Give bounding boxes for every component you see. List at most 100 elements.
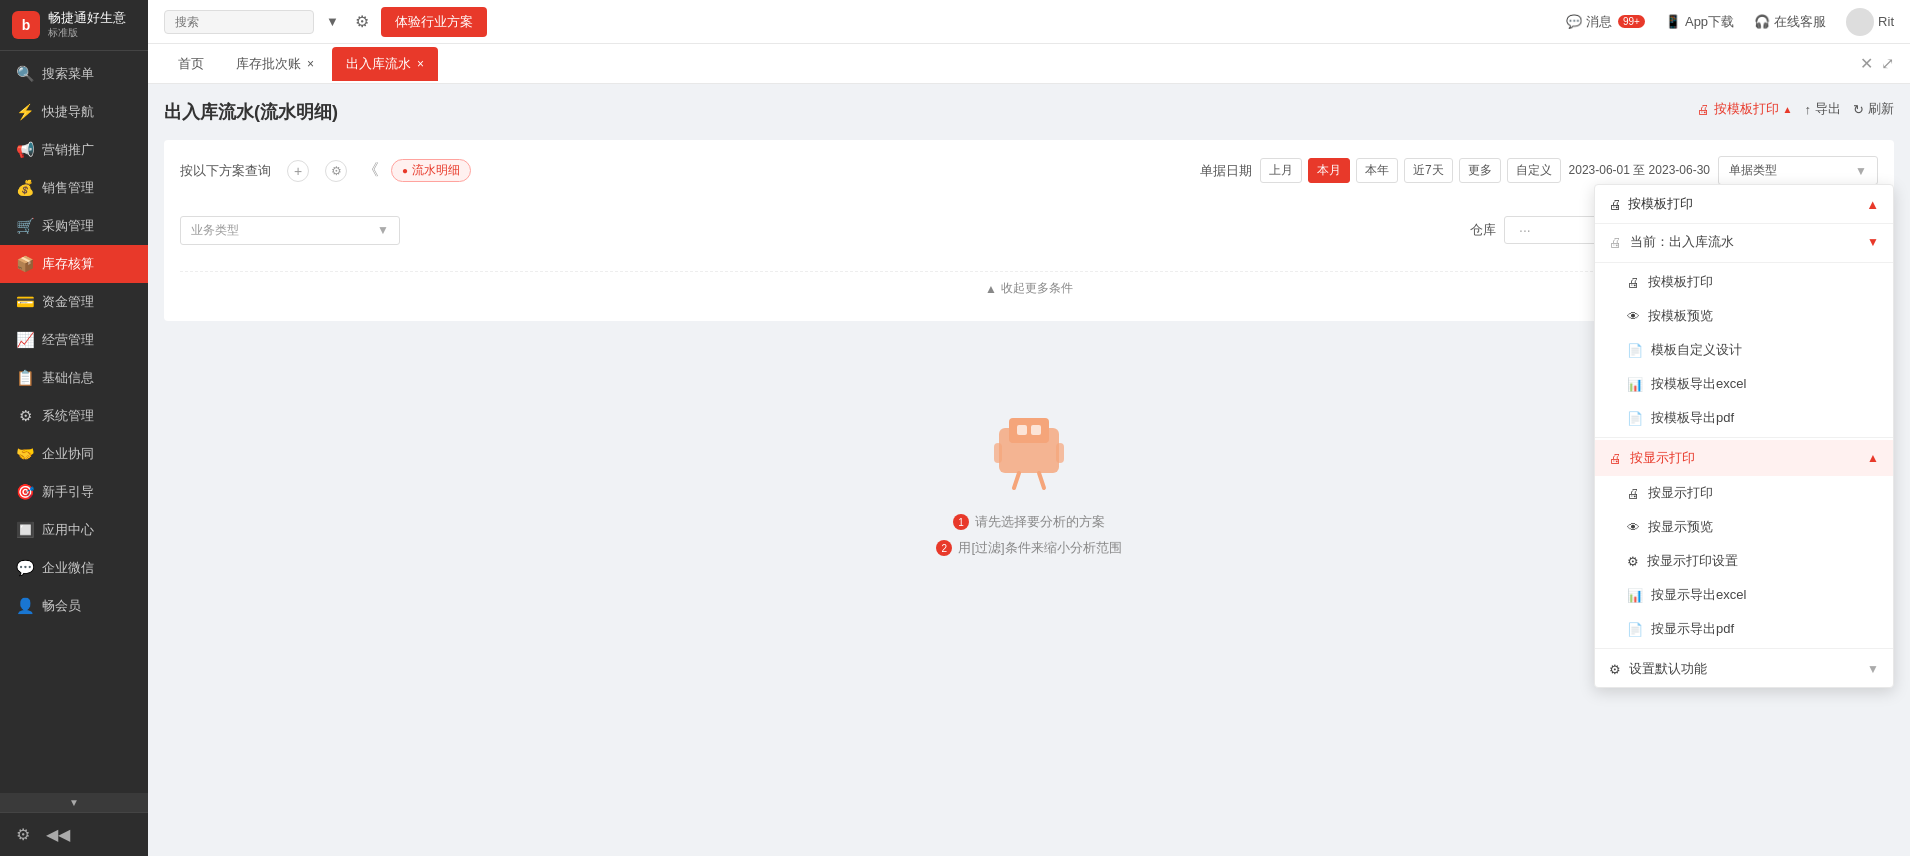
business-type-dropdown-icon: ▼ <box>377 223 389 237</box>
panel-divider-2 <box>1595 437 1893 438</box>
date-btn-last-month[interactable]: 上月 <box>1260 158 1302 183</box>
sidebar-item-operations[interactable]: 📈 经营管理 <box>0 321 148 359</box>
trial-btn[interactable]: 体验行业方案 <box>381 7 487 37</box>
panel-display-pdf[interactable]: 📄 按显示导出pdf <box>1595 612 1893 646</box>
headset-icon: 🎧 <box>1754 14 1770 29</box>
empty-hint-1: 1 请先选择要分析的方案 <box>953 513 1105 531</box>
export-icon: ↑ <box>1805 102 1812 117</box>
enterprise-icon: 🤝 <box>16 445 34 463</box>
svg-rect-1 <box>1009 418 1049 443</box>
operations-icon: 📈 <box>16 331 34 349</box>
date-btn-7days[interactable]: 近7天 <box>1404 158 1453 183</box>
refresh-btn[interactable]: ↻ 刷新 <box>1853 100 1894 118</box>
sidebar-item-apps[interactable]: 🔲 应用中心 <box>0 511 148 549</box>
business-type-field[interactable]: 业务类型 ▼ <box>180 216 400 245</box>
topbar-search-input[interactable] <box>164 10 314 34</box>
filter-label: 按以下方案查询 <box>180 162 271 180</box>
topbar-gear-icon[interactable]: ⚙ <box>355 12 369 31</box>
sidebar-item-quick-nav[interactable]: ⚡ 快捷导航 <box>0 93 148 131</box>
sidebar-item-marketing[interactable]: 📢 营销推广 <box>0 131 148 169</box>
sidebar-item-search-menu[interactable]: 🔍 搜索菜单 <box>0 55 148 93</box>
filter-settings-btn[interactable]: ⚙ <box>325 160 347 182</box>
tab-home[interactable]: 首页 <box>164 47 218 81</box>
template-print-btn[interactable]: 🖨 按模板打印 ▲ <box>1697 100 1793 118</box>
guide-icon: 🎯 <box>16 483 34 501</box>
tabbar: 首页 库存批次账 × 出入库流水 × ✕ ⤢ <box>148 44 1910 84</box>
panel-divider-3 <box>1595 648 1893 649</box>
sidebar-item-wechat[interactable]: 💬 企业微信 <box>0 549 148 587</box>
display-excel-icon: 📊 <box>1627 588 1643 603</box>
panel-template-preview[interactable]: 👁 按模板预览 <box>1595 299 1893 333</box>
template-pdf-icon: 📄 <box>1627 411 1643 426</box>
panel-current-item[interactable]: 🖨 当前：出入库流水 ▼ <box>1595 224 1893 260</box>
filter-collapse-btn[interactable]: 《 <box>363 160 379 181</box>
sidebar-item-basic-info[interactable]: 📋 基础信息 <box>0 359 148 397</box>
svg-line-4 <box>1014 473 1019 488</box>
filter-add-btn[interactable]: + <box>287 160 309 182</box>
user-avatar-btn[interactable]: Rit <box>1846 8 1894 36</box>
svg-rect-6 <box>994 443 1002 463</box>
sidebar-scroll-down[interactable]: ▼ <box>0 793 148 812</box>
panel-collapse-btn[interactable]: ▲ <box>1866 197 1879 212</box>
panel-display-excel[interactable]: 📊 按显示导出excel <box>1595 578 1893 612</box>
panel-printer-icon: 🖨 <box>1609 197 1622 212</box>
system-icon: ⚙ <box>16 407 34 425</box>
export-btn[interactable]: ↑ 导出 <box>1805 100 1842 118</box>
search-row-1: 按以下方案查询 + ⚙ 《 ● 流水明细 单据日期 上月 本月 本年 近7天 <box>180 156 1878 185</box>
sidebar-bottom: ⚙ ◀◀ <box>0 812 148 856</box>
svg-line-5 <box>1039 473 1044 488</box>
page-actions: 🖨 按模板打印 ▲ ↑ 导出 ↻ 刷新 <box>1697 100 1894 118</box>
sidebar-item-members[interactable]: 👤 畅会员 <box>0 587 148 625</box>
message-icon: 💬 <box>1566 14 1582 29</box>
date-btn-custom[interactable]: 自定义 <box>1507 158 1561 183</box>
expand-icon[interactable]: ⤢ <box>1881 54 1894 73</box>
tab-inventory-batch[interactable]: 库存批次账 × <box>222 47 328 81</box>
sidebar-item-system[interactable]: ⚙ 系统管理 <box>0 397 148 435</box>
topbar-dropdown-arrow[interactable]: ▼ <box>326 14 339 29</box>
sidebar-item-inventory[interactable]: 📦 库存核算 <box>0 245 148 283</box>
current-collapse-arrow[interactable]: ▼ <box>1867 235 1879 249</box>
marketing-icon: 📢 <box>16 141 34 159</box>
wechat-icon: 💬 <box>16 559 34 577</box>
collapse-btn[interactable]: ▲ 收起更多条件 <box>985 280 1073 297</box>
topbar-right: 💬 消息 99+ 📱 App下载 🎧 在线客服 Rit <box>1566 8 1894 36</box>
purchase-icon: 🛒 <box>16 217 34 235</box>
panel-template-custom[interactable]: 📄 模板自定义设计 <box>1595 333 1893 367</box>
filter-tag-flow[interactable]: ● 流水明细 <box>391 159 471 182</box>
date-btn-this-year[interactable]: 本年 <box>1356 158 1398 183</box>
tab-inventory-batch-close[interactable]: × <box>307 57 314 71</box>
display-pdf-icon: 📄 <box>1627 622 1643 637</box>
settings-icon[interactable]: ⚙ <box>16 825 30 844</box>
warehouse-more-dots[interactable]: ··· <box>1519 222 1531 238</box>
message-btn[interactable]: 💬 消息 99+ <box>1566 13 1645 31</box>
date-btn-more[interactable]: 更多 <box>1459 158 1501 183</box>
panel-set-default[interactable]: ⚙ 设置默认功能 ▼ <box>1595 651 1893 687</box>
tab-stock-flow[interactable]: 出入库流水 × <box>332 47 438 81</box>
sidebar-item-guide[interactable]: 🎯 新手引导 <box>0 473 148 511</box>
set-default-arrow[interactable]: ▼ <box>1867 662 1879 676</box>
panel-display-print-settings[interactable]: ⚙ 按显示打印设置 <box>1595 544 1893 578</box>
refresh-icon: ↻ <box>1853 102 1864 117</box>
toggle-sidebar-icon[interactable]: ◀◀ <box>46 825 70 844</box>
date-range: 2023-06-01 至 2023-06-30 <box>1569 162 1710 179</box>
close-max-icon[interactable]: ✕ <box>1860 54 1873 73</box>
panel-display-print-section[interactable]: 🖨 按显示打印 ▲ <box>1595 440 1893 476</box>
panel-template-excel[interactable]: 📊 按模板导出excel <box>1595 367 1893 401</box>
tab-stock-flow-close[interactable]: × <box>417 57 424 71</box>
panel-display-preview[interactable]: 👁 按显示预览 <box>1595 510 1893 544</box>
voucher-type-dropdown[interactable]: 单据类型 ▼ <box>1718 156 1878 185</box>
panel-template-print[interactable]: 🖨 按模板打印 <box>1595 265 1893 299</box>
sales-icon: 💰 <box>16 179 34 197</box>
panel-template-pdf[interactable]: 📄 按模板导出pdf <box>1595 401 1893 435</box>
sidebar-item-purchase[interactable]: 🛒 采购管理 <box>0 207 148 245</box>
online-service-btn[interactable]: 🎧 在线客服 <box>1754 13 1826 31</box>
display-section-arrow[interactable]: ▲ <box>1867 451 1879 465</box>
date-btn-this-month[interactable]: 本月 <box>1308 158 1350 183</box>
panel-display-print[interactable]: 🖨 按显示打印 <box>1595 476 1893 510</box>
quick-nav-icon: ⚡ <box>16 103 34 121</box>
app-download-btn[interactable]: 📱 App下载 <box>1665 13 1734 31</box>
search-menu-icon: 🔍 <box>16 65 34 83</box>
sidebar-item-enterprise[interactable]: 🤝 企业协同 <box>0 435 148 473</box>
sidebar-item-finance[interactable]: 💳 资金管理 <box>0 283 148 321</box>
sidebar-item-sales[interactable]: 💰 销售管理 <box>0 169 148 207</box>
